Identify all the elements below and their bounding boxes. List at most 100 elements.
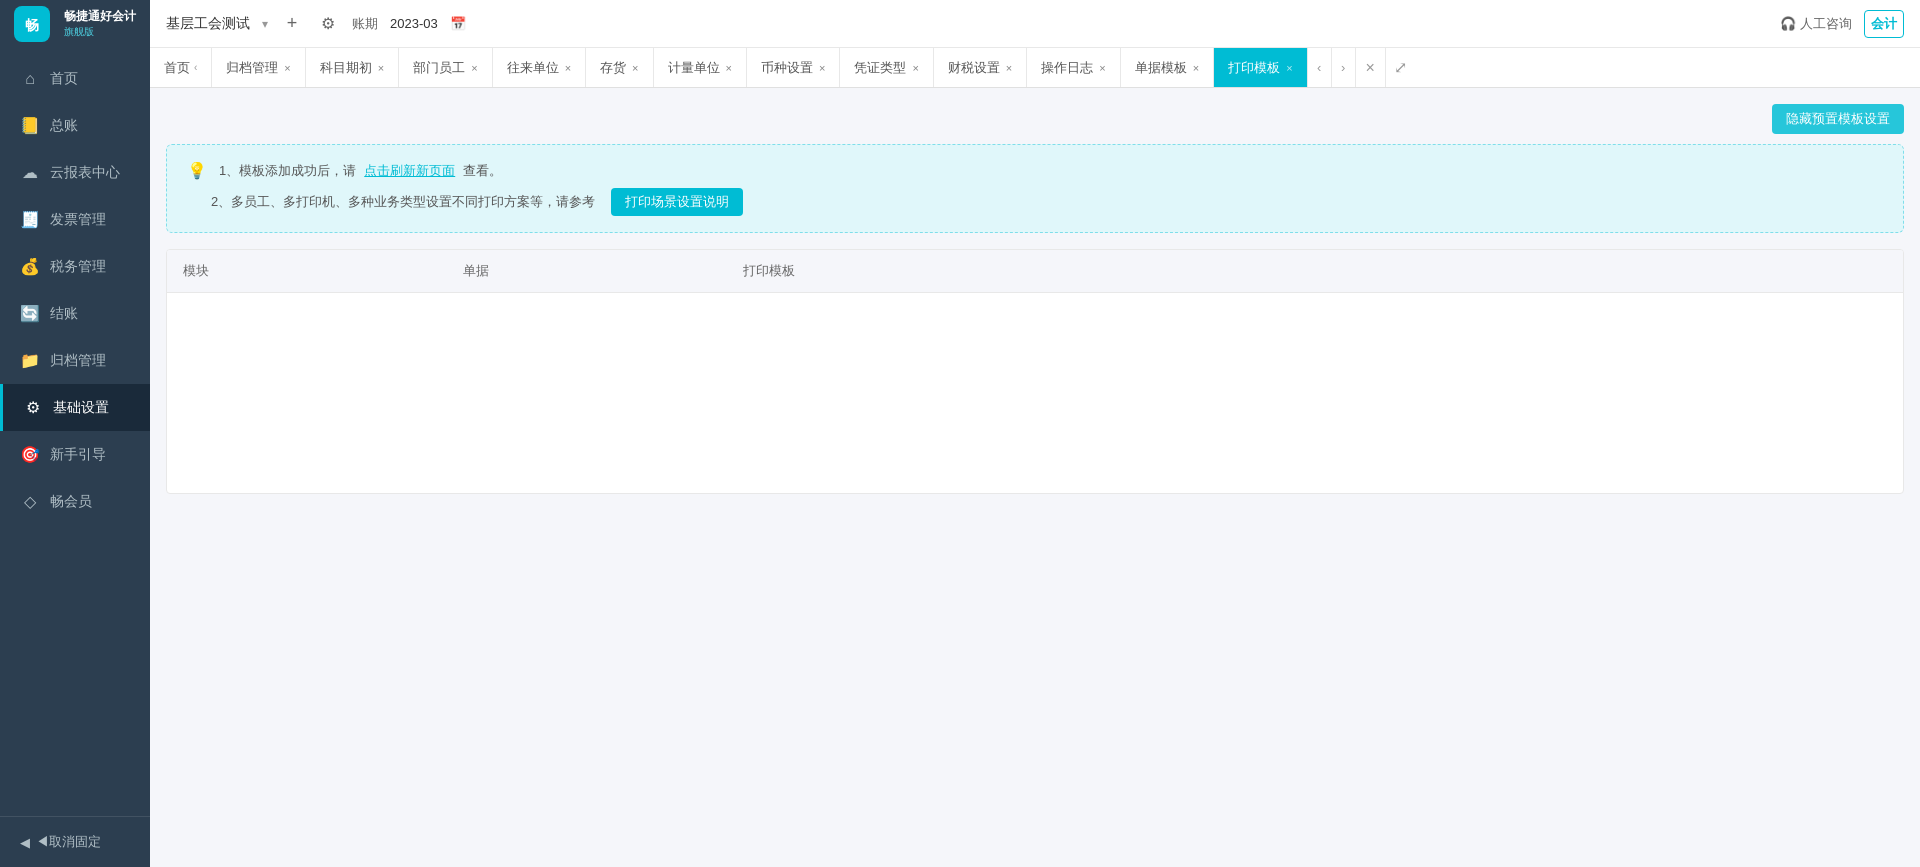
tab-unit[interactable]: 计量单位 × [654, 48, 747, 88]
tab-print-label: 打印模板 [1228, 59, 1280, 77]
tab-department[interactable]: 部门员工 × [399, 48, 492, 88]
logo-text: 畅捷通好会计 旗舰版 [64, 8, 136, 39]
archive-icon: 📁 [20, 351, 40, 370]
info-row-1: 💡 1、模板添加成功后，请 点击刷新新页面 查看。 [187, 161, 1883, 180]
info-line1-prefix: 1、模板添加成功后，请 [219, 162, 356, 180]
tab-period[interactable]: 科目期初 × [306, 48, 399, 88]
tab-inventory-label: 存货 [600, 59, 626, 77]
tab-archive-close[interactable]: × [284, 62, 290, 74]
table-body-empty [167, 293, 1903, 493]
info-content: 💡 1、模板添加成功后，请 点击刷新新页面 查看。 2、多员工、多打印机、多种业… [187, 161, 1883, 216]
info-row-2: 2、多员工、多打印机、多种业务类型设置不同打印方案等，请参考 打印场景设置说明 [187, 188, 1883, 216]
tab-oplog[interactable]: 操作日志 × [1027, 48, 1120, 88]
add-icon[interactable]: + [280, 12, 304, 36]
tax-icon: 💰 [20, 257, 40, 276]
tab-next-button[interactable]: › [1332, 48, 1356, 88]
tab-department-label: 部门员工 [413, 59, 465, 77]
tab-bar: 首页 ‹ 归档管理 × 科目期初 × 部门员工 × 往来单位 × [150, 48, 1920, 88]
bulb-icon: 💡 [187, 161, 207, 180]
tab-voucher[interactable]: 凭证类型 × [840, 48, 933, 88]
company-dropdown[interactable]: ▾ [262, 17, 268, 31]
sidebar-item-checkout[interactable]: 🔄 结账 [0, 290, 150, 337]
tab-voucher-close[interactable]: × [912, 62, 918, 74]
tab-currency-close[interactable]: × [819, 62, 825, 74]
top-header: 畅 畅捷通好会计 旗舰版 基层工会测试 ▾ + ⚙ 账期 2023-03 📅 🎧… [0, 0, 1920, 48]
tab-single[interactable]: 单据模板 × [1121, 48, 1214, 88]
tab-print[interactable]: 打印模板 × [1214, 48, 1307, 88]
table-header: 模块 单据 打印模板 [167, 250, 1903, 293]
tab-print-close[interactable]: × [1286, 62, 1292, 74]
hide-template-button[interactable]: 隐藏预置模板设置 [1772, 104, 1904, 134]
tab-voucher-label: 凭证类型 [854, 59, 906, 77]
period-value: 2023-03 [390, 16, 438, 31]
tab-archive[interactable]: 归档管理 × [212, 48, 305, 88]
service-button[interactable]: 🎧 人工咨询 [1780, 15, 1852, 33]
sidebar-label-reports: 云报表中心 [50, 164, 120, 182]
tab-supplier-close[interactable]: × [565, 62, 571, 74]
tab-unit-close[interactable]: × [726, 62, 732, 74]
tab-oplog-close[interactable]: × [1099, 62, 1105, 74]
tab-tax-settings-close[interactable]: × [1006, 62, 1012, 74]
tab-period-close[interactable]: × [378, 62, 384, 74]
tab-supplier[interactable]: 往来单位 × [493, 48, 586, 88]
sidebar-label-tax: 税务管理 [50, 258, 106, 276]
col-module-header: 模块 [167, 250, 447, 292]
sidebar-label-checkout: 结账 [50, 305, 78, 323]
tab-expand-button[interactable]: ⤢ [1386, 48, 1416, 88]
tab-currency-label: 币种设置 [761, 59, 813, 77]
tab-single-label: 单据模板 [1135, 59, 1187, 77]
unpin-button[interactable]: ◀ ◀取消固定 [0, 816, 150, 867]
sidebar: ⌂ 首页 📒 总账 ☁ 云报表中心 🧾 发票管理 💰 税务管理 [0, 48, 150, 867]
col-doc-header: 单据 [447, 250, 727, 292]
unpin-icon: ◀ [20, 835, 30, 850]
header-center: 基层工会测试 ▾ + ⚙ 账期 2023-03 📅 [150, 12, 1780, 36]
sidebar-item-home[interactable]: ⌂ 首页 [0, 56, 150, 102]
sidebar-item-guide[interactable]: 🎯 新手引导 [0, 431, 150, 478]
company-name: 基层工会测试 [166, 15, 250, 33]
guide-icon: 🎯 [20, 445, 40, 464]
info-line1-suffix: 查看。 [463, 162, 502, 180]
settings-icon[interactable]: ⚙ [316, 12, 340, 36]
tab-home[interactable]: 首页 ‹ [150, 48, 212, 88]
tab-inventory-close[interactable]: × [632, 62, 638, 74]
sidebar-label-home: 首页 [50, 70, 78, 88]
tab-home-arrow: ‹ [194, 62, 197, 73]
sidebar-item-reports[interactable]: ☁ 云报表中心 [0, 149, 150, 196]
tab-currency[interactable]: 币种设置 × [747, 48, 840, 88]
home-icon: ⌂ [20, 70, 40, 88]
svg-text:畅: 畅 [25, 17, 39, 33]
refresh-link[interactable]: 点击刷新新页面 [364, 162, 455, 180]
sidebar-item-invoice[interactable]: 🧾 发票管理 [0, 196, 150, 243]
page-content: 隐藏预置模板设置 💡 1、模板添加成功后，请 点击刷新新页面 查看。 [150, 88, 1920, 867]
checkout-icon: 🔄 [20, 304, 40, 323]
explain-button[interactable]: 打印场景设置说明 [611, 188, 743, 216]
headset-icon: 🎧 [1780, 16, 1796, 31]
calendar-icon[interactable]: 📅 [450, 16, 466, 31]
tab-single-close[interactable]: × [1193, 62, 1199, 74]
sidebar-nav: ⌂ 首页 📒 总账 ☁ 云报表中心 🧾 发票管理 💰 税务管理 [0, 48, 150, 816]
tab-period-label: 科目期初 [320, 59, 372, 77]
tab-home-label: 首页 [164, 59, 190, 77]
page-wrapper: 隐藏预置模板设置 💡 1、模板添加成功后，请 点击刷新新页面 查看。 [166, 104, 1904, 494]
basic-settings-icon: ⚙ [23, 398, 43, 417]
header-right: 🎧 人工咨询 会计 [1780, 10, 1904, 38]
sidebar-item-member[interactable]: ◇ 畅会员 [0, 478, 150, 525]
sidebar-label-member: 畅会员 [50, 493, 92, 511]
content-pane: 首页 ‹ 归档管理 × 科目期初 × 部门员工 × 往来单位 × [150, 48, 1920, 867]
tab-tax-settings[interactable]: 财税设置 × [934, 48, 1027, 88]
logo-icon: 畅 [14, 6, 50, 42]
sidebar-item-settings[interactable]: ⚙ 基础设置 [0, 384, 150, 431]
tab-inventory[interactable]: 存货 × [586, 48, 653, 88]
period-label: 账期 [352, 15, 378, 33]
service-label: 人工咨询 [1800, 15, 1852, 33]
app-sub: 旗舰版 [64, 25, 136, 39]
cloud-icon: ☁ [20, 163, 40, 182]
hide-btn-row: 隐藏预置模板设置 [166, 104, 1904, 134]
sidebar-item-archive[interactable]: 📁 归档管理 [0, 337, 150, 384]
tab-department-close[interactable]: × [471, 62, 477, 74]
tab-prev-button[interactable]: ‹ [1308, 48, 1332, 88]
sidebar-item-ledger[interactable]: 📒 总账 [0, 102, 150, 149]
kuaiji-button[interactable]: 会计 [1864, 10, 1904, 38]
tab-close-all-button[interactable]: × [1356, 48, 1386, 88]
sidebar-item-tax[interactable]: 💰 税务管理 [0, 243, 150, 290]
